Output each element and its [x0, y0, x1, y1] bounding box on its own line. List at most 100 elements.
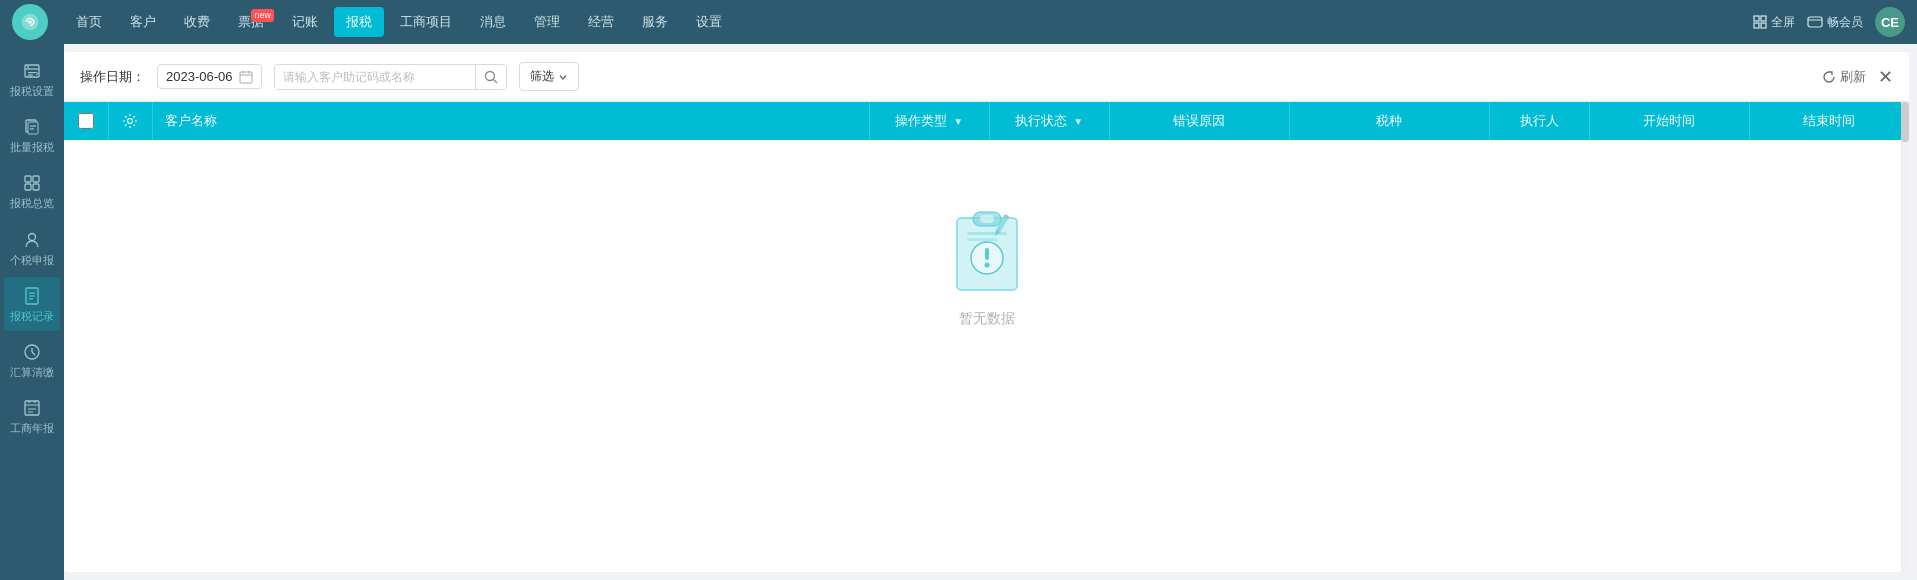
svg-line-39: [493, 79, 497, 83]
svg-rect-18: [25, 184, 31, 190]
chevron-down-icon: [558, 72, 568, 82]
th-executor: 执行人: [1489, 102, 1589, 140]
content-area: 操作日期： 2023-06-06: [64, 52, 1909, 572]
sidebar-label-annual-report: 工商年报: [10, 422, 54, 435]
filter-label: 筛选: [530, 68, 554, 85]
date-value: 2023-06-06: [166, 69, 233, 84]
th-client-name: 客户名称: [152, 102, 869, 140]
avatar[interactable]: CE: [1875, 7, 1905, 37]
svg-rect-5: [1808, 17, 1822, 27]
svg-rect-16: [25, 176, 31, 182]
th-end-time: 结束时间: [1749, 102, 1909, 140]
svg-rect-17: [33, 176, 39, 182]
sidebar: 报税设置 批量报税 报税总览: [0, 44, 64, 580]
nav-item-business[interactable]: 工商项目: [388, 7, 464, 37]
refresh-label: 刷新: [1840, 68, 1866, 86]
svg-point-38: [485, 71, 494, 80]
overview-icon: [21, 172, 43, 194]
svg-line-27: [32, 352, 35, 355]
op-type-filter-icon[interactable]: ▼: [953, 116, 963, 127]
empty-text: 暂无数据: [959, 310, 1015, 328]
exec-status-filter-icon[interactable]: ▼: [1073, 116, 1083, 127]
search-button[interactable]: [475, 65, 506, 89]
nav-item-home[interactable]: 首页: [64, 7, 114, 37]
gear-icon: [21, 60, 43, 82]
person-icon: [21, 229, 43, 251]
nav-item-accounting[interactable]: 记账: [280, 7, 330, 37]
settlement-icon: [21, 341, 43, 363]
svg-rect-34: [240, 72, 252, 83]
svg-point-20: [29, 233, 36, 240]
sidebar-label-batch-tax: 批量报税: [10, 141, 54, 154]
svg-rect-3: [1754, 23, 1759, 28]
sidebar-item-batch-tax[interactable]: 批量报税: [4, 108, 60, 162]
empty-illustration: [937, 200, 1037, 310]
nav-item-tax[interactable]: 报税: [334, 7, 384, 37]
svg-rect-28: [25, 401, 39, 415]
svg-rect-50: [967, 232, 1007, 235]
member-label: 畅会员: [1827, 14, 1863, 31]
sidebar-item-tax-record[interactable]: 报税记录: [4, 277, 60, 331]
app-logo[interactable]: [12, 4, 48, 40]
select-all-checkbox[interactable]: [78, 113, 94, 129]
svg-rect-2: [1761, 16, 1766, 21]
nav-item-service[interactable]: 服务: [630, 7, 680, 37]
column-settings-button[interactable]: [121, 113, 140, 129]
sidebar-item-personal-tax[interactable]: 个税申报: [4, 221, 60, 275]
fullscreen-button[interactable]: 全屏: [1753, 14, 1795, 31]
svg-rect-51: [967, 238, 997, 241]
sidebar-label-settlement: 汇算清缴: [10, 366, 54, 379]
search-input[interactable]: [275, 65, 475, 89]
scroll-thumb[interactable]: [1901, 102, 1909, 142]
th-tax-type: 税种: [1289, 102, 1489, 140]
empty-state: 暂无数据: [64, 140, 1909, 368]
nav-item-billing[interactable]: 收费: [172, 7, 222, 37]
toolbar-right: 刷新 ✕: [1822, 68, 1893, 86]
nav-item-management[interactable]: 管理: [522, 7, 572, 37]
svg-point-9: [27, 66, 29, 68]
sidebar-item-annual-report[interactable]: 工商年报: [4, 389, 60, 443]
sidebar-item-tax-settings[interactable]: 报税设置: [4, 52, 60, 106]
refresh-button[interactable]: 刷新: [1822, 68, 1866, 86]
date-picker[interactable]: 2023-06-06: [157, 64, 262, 89]
search-wrap: [274, 64, 507, 90]
th-checkbox: [64, 102, 108, 140]
filter-button[interactable]: 筛选: [519, 62, 579, 91]
th-error-reason: 错误原因: [1109, 102, 1289, 140]
new-badge: new: [251, 9, 274, 22]
top-navigation: 首页 客户 收费 票据 new 记账 报税 工商项目 消息 管理 经营 服务 设…: [0, 0, 1917, 44]
main-layout: 报税设置 批量报税 报税总览: [0, 44, 1917, 580]
th-op-type: 操作类型 ▼: [869, 102, 989, 140]
calendar-icon: [239, 70, 253, 84]
nav-item-settings[interactable]: 设置: [684, 7, 734, 37]
svg-rect-10: [28, 72, 36, 73]
nav-items: 首页 客户 收费 票据 new 记账 报税 工商项目 消息 管理 经营 服务 设…: [64, 7, 1753, 37]
svg-rect-48: [985, 248, 989, 260]
nav-item-customer[interactable]: 客户: [118, 7, 168, 37]
svg-rect-19: [33, 184, 39, 190]
sidebar-item-settlement[interactable]: 汇算清缴: [4, 333, 60, 387]
sidebar-label-tax-settings: 报税设置: [10, 85, 54, 98]
data-table: 客户名称 操作类型 ▼ 执行状态 ▼ 错误原因: [64, 102, 1909, 368]
nav-item-message[interactable]: 消息: [468, 7, 518, 37]
record-icon: [21, 285, 43, 307]
search-icon: [484, 70, 498, 84]
scrollbar[interactable]: [1901, 102, 1909, 572]
member-button[interactable]: 畅会员: [1807, 14, 1863, 31]
date-label: 操作日期：: [80, 68, 145, 86]
nav-item-invoice[interactable]: 票据 new: [226, 7, 276, 37]
close-button[interactable]: ✕: [1878, 68, 1893, 86]
sidebar-label-personal-tax: 个税申报: [10, 254, 54, 267]
svg-point-49: [984, 263, 989, 268]
th-exec-status: 执行状态 ▼: [989, 102, 1109, 140]
annual-icon: [21, 397, 43, 419]
svg-rect-13: [28, 122, 38, 134]
top-nav-right: 全屏 畅会员 CE: [1753, 7, 1905, 37]
svg-point-0: [28, 20, 32, 24]
batch-icon: [21, 116, 43, 138]
sidebar-item-tax-overview[interactable]: 报税总览: [4, 164, 60, 218]
nav-item-operation[interactable]: 经营: [576, 7, 626, 37]
svg-rect-1: [1754, 16, 1759, 21]
th-settings: [108, 102, 152, 140]
svg-point-40: [128, 119, 133, 124]
